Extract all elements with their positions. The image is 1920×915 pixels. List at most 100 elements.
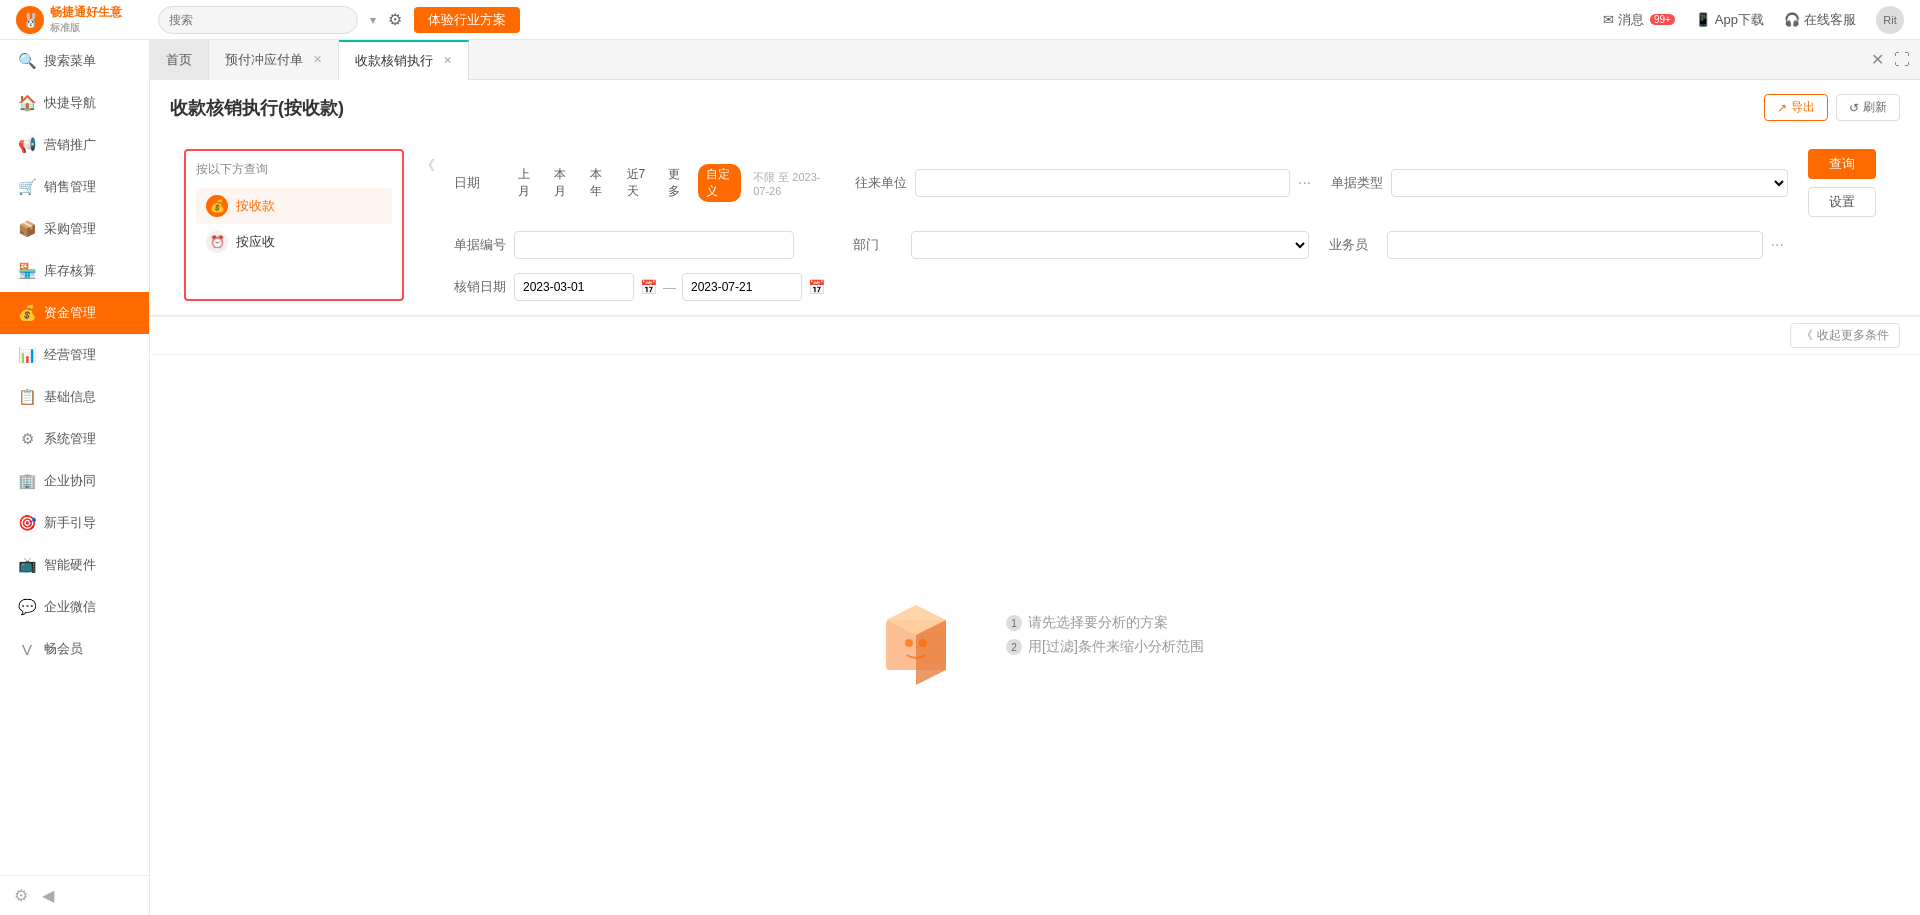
topbar-right: ✉ 消息 99+ 📱 App下载 🎧 在线客服 Rit bbox=[1603, 6, 1904, 34]
filter-option-receivable[interactable]: ⏰ 按应收 bbox=[196, 224, 392, 260]
date-btn-this-year[interactable]: 本年 bbox=[584, 164, 614, 202]
sidebar-item-purchase[interactable]: 📦采购管理 bbox=[0, 208, 149, 250]
dept-select[interactable] bbox=[911, 231, 1308, 259]
sidebar-bottom: ⚙ ◀ bbox=[0, 875, 149, 915]
partner-label: 往来单位 bbox=[855, 174, 907, 192]
verify-date-start-input[interactable] bbox=[514, 273, 634, 301]
sidebar-label-search-menu: 搜索菜单 bbox=[44, 52, 96, 70]
verify-date-end-input[interactable] bbox=[682, 273, 802, 301]
sidebar-item-basic-info[interactable]: 📋基础信息 bbox=[0, 376, 149, 418]
collapse-icon: 《 bbox=[1801, 327, 1813, 344]
app-download-item[interactable]: 📱 App下载 bbox=[1695, 11, 1764, 29]
filter-row-1: 日期 上月 本月 本年 近7天 更多 自定义 bbox=[454, 149, 1884, 217]
user-avatar-item[interactable]: Rit bbox=[1876, 6, 1904, 34]
sidebar-label-quick-nav: 快捷导航 bbox=[44, 94, 96, 112]
tab-close-预付冲应付单[interactable]: ✕ bbox=[313, 53, 322, 66]
sidebar-item-system[interactable]: ⚙系统管理 bbox=[0, 418, 149, 460]
date-btn-7days[interactable]: 近7天 bbox=[621, 164, 656, 202]
collapse-more-button[interactable]: 《 收起更多条件 bbox=[1790, 323, 1900, 348]
refresh-icon: ↺ bbox=[1849, 101, 1859, 115]
filter-salesperson-field: 业务员 ··· bbox=[1329, 231, 1784, 259]
verify-start-cal-icon[interactable]: 📅 bbox=[640, 279, 657, 295]
doctype-label: 单据类型 bbox=[1331, 174, 1383, 192]
doctype-select[interactable] bbox=[1391, 169, 1788, 197]
solution-button[interactable]: 体验行业方案 bbox=[414, 7, 520, 33]
sidebar-item-sales[interactable]: 🛒销售管理 bbox=[0, 166, 149, 208]
sidebar-label-sales: 销售管理 bbox=[44, 178, 96, 196]
date-btn-more[interactable]: 更多 bbox=[662, 164, 692, 202]
tab-预付冲应付单[interactable]: 预付冲应付单✕ bbox=[209, 40, 339, 80]
sidebar-item-capital[interactable]: 💰 资金管理 bbox=[0, 292, 149, 334]
sidebar-item-quick-nav[interactable]: 🏠快捷导航 bbox=[0, 82, 149, 124]
sidebar-item-guide[interactable]: 🎯 新手引导 bbox=[0, 502, 149, 544]
salesperson-dots-icon[interactable]: ··· bbox=[1771, 236, 1784, 254]
fullscreen-icon[interactable]: ⛶ bbox=[1894, 51, 1910, 69]
query-button[interactable]: 查询 bbox=[1808, 149, 1876, 179]
receivable-icon: ⏰ bbox=[206, 231, 228, 253]
tab-bar-actions: ✕ ⛶ bbox=[1871, 50, 1920, 69]
refresh-button[interactable]: ↺ 刷新 bbox=[1836, 94, 1900, 121]
sidebar-label-marketing: 营销推广 bbox=[44, 136, 96, 154]
empty-hint-1: 请先选择要分析的方案 bbox=[1028, 614, 1168, 632]
content-area: 收款核销执行(按收款) ↗ 导出 ↺ 刷新 bbox=[150, 80, 1920, 915]
sidebar-icon-guide: 🎯 bbox=[18, 514, 36, 532]
sidebar-item-marketing[interactable]: 📢营销推广 bbox=[0, 124, 149, 166]
partner-dots-icon[interactable]: ··· bbox=[1298, 174, 1311, 192]
date-label: 日期 bbox=[454, 174, 504, 192]
empty-area: 1 请先选择要分析的方案 2 用[过滤]条件来缩小分析范围 bbox=[150, 355, 1920, 915]
date-btn-custom[interactable]: 自定义 bbox=[698, 164, 741, 202]
sidebar-icon-enterprise: 🏢 bbox=[18, 472, 36, 490]
sidebar-label-guide: 新手引导 bbox=[44, 514, 96, 532]
sidebar-label-capital: 资金管理 bbox=[44, 304, 96, 322]
sidebar-settings-icon[interactable]: ⚙ bbox=[14, 886, 28, 905]
tab-首页[interactable]: 首页 bbox=[150, 40, 209, 80]
sidebar-label-member: 畅会员 bbox=[44, 640, 83, 658]
sidebar-icon-capital: 💰 bbox=[18, 304, 36, 322]
sidebar-item-business[interactable]: 📊经营管理 bbox=[0, 334, 149, 376]
date-btn-last-month[interactable]: 上月 bbox=[512, 164, 542, 202]
verify-date-range-group: 📅 — 📅 bbox=[514, 273, 825, 301]
page-title: 收款核销执行(按收款) bbox=[170, 96, 344, 120]
sidebar-icon-business: 📊 bbox=[18, 346, 36, 364]
filter-verify-date-field: 核销日期 📅 — 📅 bbox=[454, 273, 1884, 301]
sidebar-item-hardware[interactable]: 📺智能硬件 bbox=[0, 544, 149, 586]
setting-button[interactable]: 设置 bbox=[1808, 187, 1876, 217]
search-input[interactable] bbox=[158, 6, 358, 34]
docno-input[interactable] bbox=[514, 231, 794, 259]
verify-end-cal-icon[interactable]: 📅 bbox=[808, 279, 825, 295]
svg-point-4 bbox=[919, 639, 927, 647]
message-badge: 99+ bbox=[1650, 14, 1675, 25]
close-tab-icon[interactable]: ✕ bbox=[1871, 50, 1884, 69]
date-btn-this-month[interactable]: 本月 bbox=[548, 164, 578, 202]
salesperson-input[interactable] bbox=[1387, 231, 1763, 259]
partner-input[interactable] bbox=[915, 169, 1290, 197]
docno-label: 单据编号 bbox=[454, 236, 506, 254]
app-logo: 🐰 畅捷通好生意 标准版 bbox=[16, 4, 146, 35]
filter-option-receipt[interactable]: 💰 按收款 bbox=[196, 188, 392, 224]
empty-illustration bbox=[866, 580, 976, 690]
sidebar-item-member[interactable]: V畅会员 bbox=[0, 628, 149, 670]
svg-point-3 bbox=[905, 639, 913, 647]
sidebar-item-search-menu[interactable]: 🔍搜索菜单 bbox=[0, 40, 149, 82]
empty-hint-2: 用[过滤]条件来缩小分析范围 bbox=[1028, 638, 1204, 656]
app-name: 畅捷通好生意 bbox=[50, 4, 122, 21]
empty-icon-svg bbox=[871, 585, 971, 685]
sidebar-item-wechat[interactable]: 💬企业微信 bbox=[0, 586, 149, 628]
message-item[interactable]: ✉ 消息 99+ bbox=[1603, 11, 1675, 29]
filter-right-panel: 日期 上月 本月 本年 近7天 更多 自定义 bbox=[438, 149, 1900, 301]
tab-bar: 首页预付冲应付单✕收款核销执行✕ ✕ ⛶ bbox=[150, 40, 1920, 80]
export-button[interactable]: ↗ 导出 bbox=[1764, 94, 1828, 121]
sidebar-item-inventory[interactable]: 🏪库存核算 bbox=[0, 250, 149, 292]
dropdown-icon[interactable]: ▾ bbox=[370, 13, 376, 27]
message-label: 消息 bbox=[1618, 11, 1644, 29]
tab-收款核销执行[interactable]: 收款核销执行✕ bbox=[339, 40, 469, 80]
phone-icon: 📱 bbox=[1695, 12, 1711, 27]
filter-collapse-button[interactable]: 《 bbox=[418, 149, 438, 175]
sidebar-item-enterprise[interactable]: 🏢企业协同 bbox=[0, 460, 149, 502]
empty-content: 1 请先选择要分析的方案 2 用[过滤]条件来缩小分析范围 bbox=[866, 580, 1204, 690]
sidebar-collapse-icon[interactable]: ◀ bbox=[42, 886, 54, 905]
settings-icon[interactable]: ⚙ bbox=[388, 10, 402, 29]
online-service-item[interactable]: 🎧 在线客服 bbox=[1784, 11, 1856, 29]
tab-close-收款核销执行[interactable]: ✕ bbox=[443, 54, 452, 67]
sidebar-icon-purchase: 📦 bbox=[18, 220, 36, 238]
